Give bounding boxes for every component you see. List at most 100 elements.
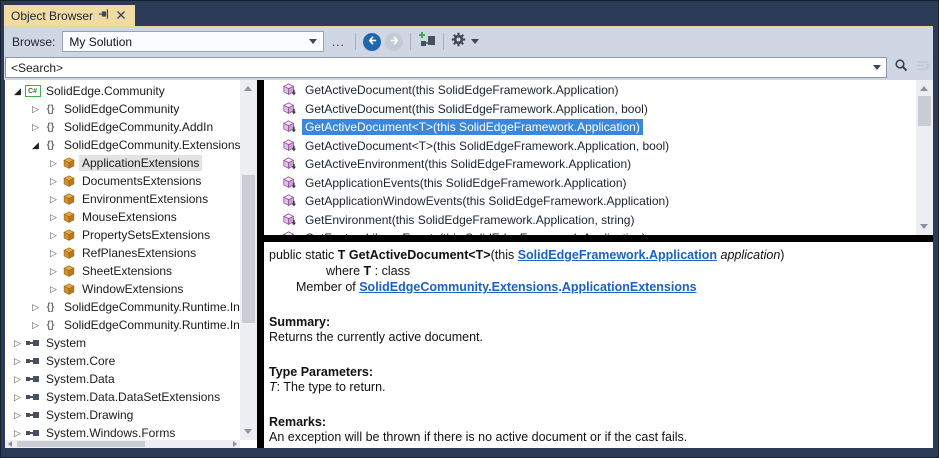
tree-item-label: RefPlanesExtensions <box>82 246 197 260</box>
scroll-down-arrow-icon[interactable] <box>920 224 928 229</box>
type-parameter: T <box>269 380 277 394</box>
tree-item[interactable]: C# SolidEdge.Community <box>5 82 240 100</box>
tree-item[interactable]: System.Data <box>5 370 240 388</box>
add-to-references-button[interactable] <box>416 31 438 52</box>
tree-item[interactable]: EnvironmentExtensions <box>5 190 240 208</box>
tree-item[interactable]: ApplicationExtensions <box>5 154 240 172</box>
tree-item[interactable]: System.Windows.Forms <box>5 424 240 440</box>
navigate-forward-button[interactable] <box>385 32 404 51</box>
pin-button[interactable] <box>97 8 111 23</box>
extension-method-icon <box>282 83 297 97</box>
member-item[interactable]: GetEnvironment(this SolidEdgeFramework.A… <box>264 211 916 230</box>
scroll-right-arrow-icon[interactable] <box>233 441 237 447</box>
search-button[interactable] <box>890 57 912 78</box>
tree-item[interactable]: PropertySetsExtensions <box>5 226 240 244</box>
class-icon <box>60 282 77 296</box>
tree-expander-icon[interactable] <box>47 267 60 276</box>
browse-scope-combo[interactable]: My Solution <box>62 31 325 52</box>
main-content: C# SolidEdge.Community {} SolidEdgeCommunit… <box>5 80 933 448</box>
member-item[interactable]: GetActiveDocument(this SolidEdgeFramewor… <box>264 100 916 119</box>
tree-item[interactable]: WindowExtensions <box>5 280 240 298</box>
chevron-down-icon <box>873 65 881 70</box>
tree-expander-icon[interactable] <box>47 159 60 168</box>
tree-expander-icon[interactable] <box>29 105 42 114</box>
tree-expander-icon[interactable] <box>47 231 60 240</box>
tree-item[interactable]: System.Data.DataSetExtensions <box>5 388 240 406</box>
member-item[interactable]: GetApplicationWindowEvents(this SolidEdg… <box>264 192 916 211</box>
assembly-icon <box>24 358 41 364</box>
close-button[interactable] <box>114 9 128 23</box>
tree-item-label: DocumentsExtensions <box>82 174 202 188</box>
class-link[interactable]: ApplicationExtensions <box>562 280 697 294</box>
member-of-label: Member of <box>296 280 360 294</box>
tree-item[interactable]: SheetExtensions <box>5 262 240 280</box>
navigate-back-button[interactable] <box>363 32 382 51</box>
member-signature: public static T GetActiveDocument<T>(thi… <box>269 247 925 263</box>
tab-object-browser[interactable]: Object Browser <box>4 5 135 26</box>
scrollbar-thumb[interactable] <box>17 441 145 447</box>
scroll-down-arrow-icon[interactable] <box>244 429 252 434</box>
tree-item-label: SolidEdgeCommunity.AddIn <box>64 120 214 134</box>
member-item-label: GetActiveDocument(this SolidEdgeFramewor… <box>305 83 619 98</box>
scroll-up-arrow-icon[interactable] <box>244 86 252 91</box>
tree-expander-icon[interactable] <box>47 195 60 204</box>
object-browser-settings-button[interactable] <box>449 31 481 52</box>
tree-item[interactable]: {} SolidEdgeCommunity.AddIn <box>5 118 240 136</box>
scrollbar-thumb[interactable] <box>242 175 255 323</box>
tree-expander-icon[interactable] <box>47 213 60 222</box>
type-parameter-description: : The type to return. <box>276 380 386 394</box>
tree-expander-icon[interactable] <box>11 87 24 96</box>
tree-item[interactable]: System.Drawing <box>5 406 240 424</box>
horizontal-splitter[interactable] <box>264 235 933 242</box>
tree-item[interactable]: System <box>5 334 240 352</box>
tree-expander-icon[interactable] <box>29 123 42 132</box>
assembly-icon <box>24 340 41 346</box>
tree-vertical-scrollbar[interactable] <box>240 80 257 440</box>
tree-expander-icon[interactable] <box>47 177 60 186</box>
tree-item[interactable]: {} SolidEdgeCommunity.Runtime.In <box>5 316 240 334</box>
tree-item[interactable]: MouseExtensions <box>5 208 240 226</box>
tree-item[interactable]: System.Core <box>5 352 240 370</box>
tree-item-label: System.Data <box>46 372 115 386</box>
parameter-type-link[interactable]: SolidEdgeFramework.Application <box>518 248 717 262</box>
tree-expander-icon[interactable] <box>11 429 24 438</box>
member-item[interactable]: GetActiveDocument<T>(this SolidEdgeFrame… <box>264 118 916 137</box>
member-item[interactable]: GetApplicationEvents(this SolidEdgeFrame… <box>264 174 916 193</box>
tree-expander-icon[interactable] <box>11 393 24 402</box>
tree-expander-icon[interactable] <box>47 249 60 258</box>
tree-item[interactable]: {} SolidEdgeCommunity.Runtime.In <box>5 298 240 316</box>
tree-expander-icon[interactable] <box>11 375 24 384</box>
tree-expander-icon[interactable] <box>11 357 24 366</box>
scroll-left-arrow-icon[interactable] <box>8 441 12 447</box>
summary-body: Returns the currently active document. <box>269 330 483 344</box>
tree-item[interactable]: RefPlanesExtensions <box>5 244 240 262</box>
tree-item[interactable]: {} SolidEdgeCommunity <box>5 100 240 118</box>
tree-expander-icon[interactable] <box>11 411 24 420</box>
search-history-dropdown[interactable] <box>868 58 886 77</box>
extension-method-icon <box>282 194 297 208</box>
tree-item[interactable]: {} SolidEdgeCommunity.Extensions <box>5 136 240 154</box>
signature-close-paren: ) <box>780 248 785 262</box>
members-vertical-scrollbar[interactable] <box>916 80 933 235</box>
tree-expander-icon[interactable] <box>29 321 42 330</box>
tree-expander-icon[interactable] <box>11 339 24 348</box>
search-box <box>5 57 887 78</box>
tree-item-label: SolidEdgeCommunity.Runtime.In <box>64 300 240 314</box>
tree-horizontal-scrollbar[interactable] <box>5 440 240 448</box>
scroll-up-arrow-icon[interactable] <box>920 86 928 91</box>
tree-expander-icon[interactable] <box>47 285 60 294</box>
tree-expander-icon[interactable] <box>29 303 42 312</box>
namespace-icon: {} <box>46 103 55 115</box>
member-item[interactable]: GetActiveEnvironment(this SolidEdgeFrame… <box>264 155 916 174</box>
tree-item[interactable]: DocumentsExtensions <box>5 172 240 190</box>
tree-expander-icon[interactable] <box>29 141 42 150</box>
namespace-link[interactable]: SolidEdgeCommunity.Extensions <box>359 280 558 294</box>
member-item[interactable]: GetActiveDocument(this SolidEdgeFramewor… <box>264 81 916 100</box>
search-input[interactable] <box>6 60 868 75</box>
edit-custom-component-set-button[interactable]: ... <box>326 31 350 52</box>
clear-search-button[interactable] <box>913 57 934 78</box>
scrollbar-thumb[interactable] <box>918 96 931 126</box>
member-item[interactable]: GetActiveDocument<T>(this SolidEdgeFrame… <box>264 137 916 156</box>
vertical-splitter[interactable] <box>257 80 264 448</box>
topbar: Browse: My Solution ... <box>4 27 933 80</box>
